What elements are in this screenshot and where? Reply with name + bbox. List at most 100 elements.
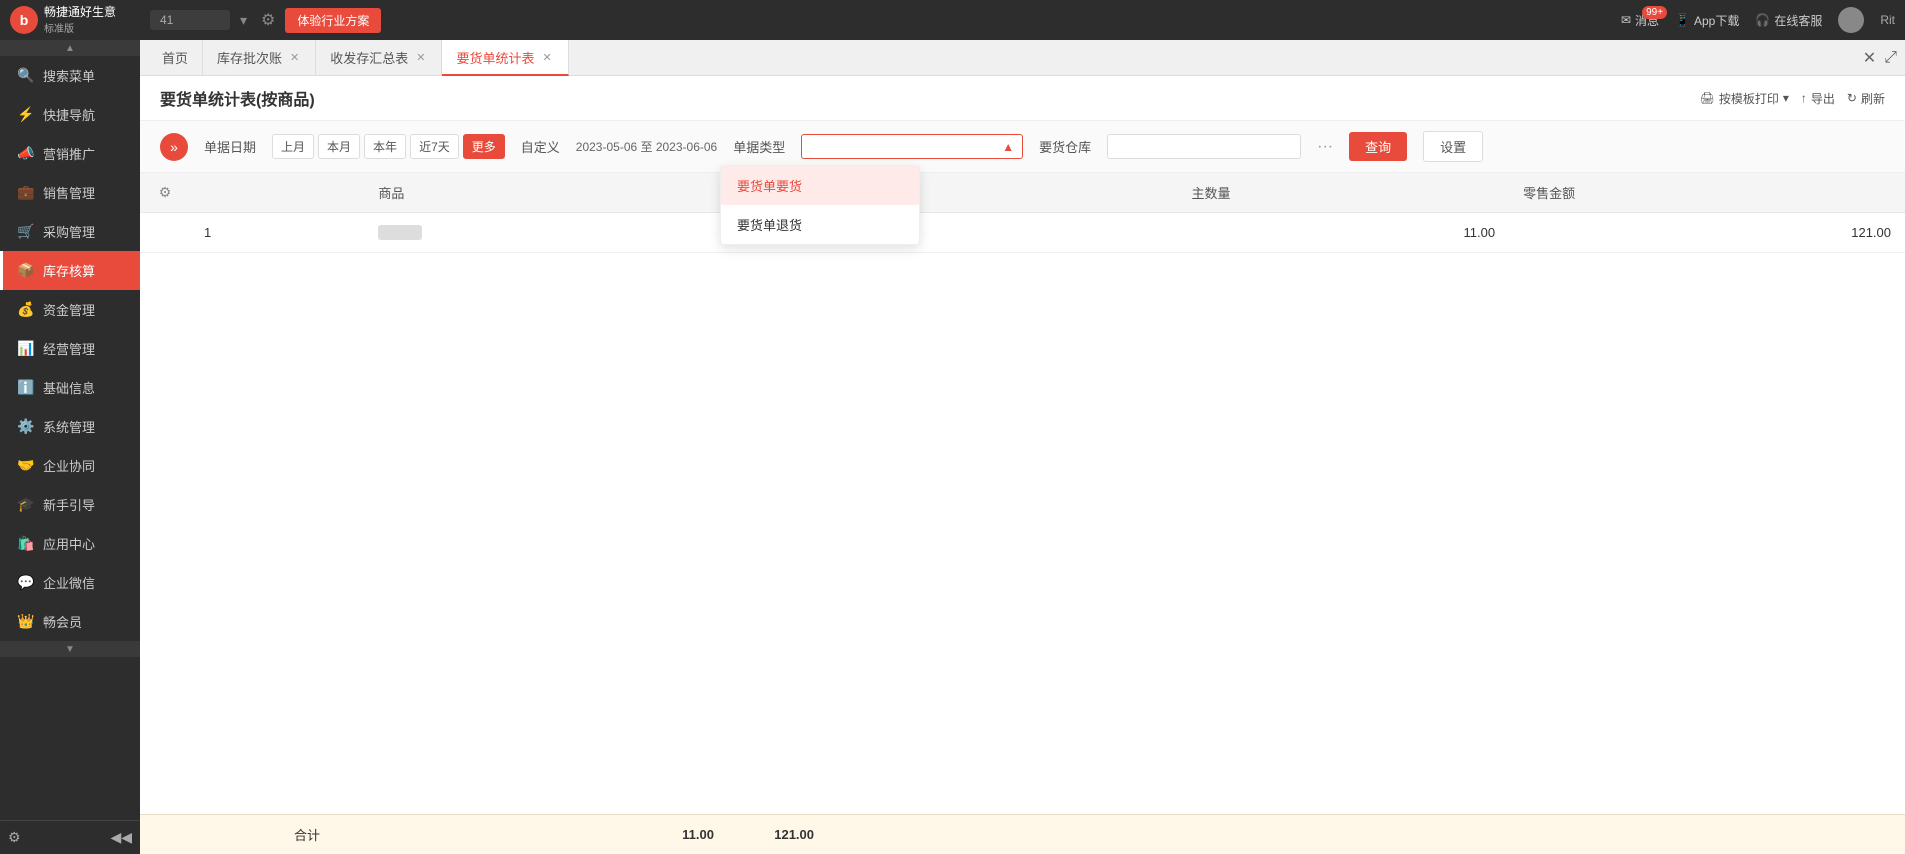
warehouse-filter-label: 要货仓库 (1039, 137, 1091, 156)
filter-more-button[interactable]: ··· (1317, 138, 1333, 156)
date-btn-this-year[interactable]: 本年 (364, 134, 406, 159)
type-select-input[interactable] (802, 135, 994, 158)
online-service-label: 在线客服 (1774, 12, 1822, 29)
sidebar-item-quicknav[interactable]: ⚡ 快捷导航 (0, 95, 140, 134)
notification-badge: 99+ (1642, 6, 1667, 19)
sidebar-item-app-center[interactable]: 🛍️ 应用中心 (0, 524, 140, 563)
tab-bar-actions: ✕ ⤢ (1863, 48, 1897, 68)
tab-stock-summary-close[interactable]: ✕ (414, 51, 427, 64)
sidebar-settings-icon[interactable]: ⚙ (8, 829, 21, 846)
app-center-icon: 🛍️ (17, 535, 35, 553)
sidebar-scroll-up[interactable]: ▲ (0, 40, 140, 56)
purchase-icon: 🛒 (17, 223, 35, 241)
headset-icon: 🎧 (1755, 13, 1770, 27)
sidebar-item-inventory[interactable]: 📦 库存核算 (0, 251, 140, 290)
sidebar-label-enterprise-wechat: 企业微信 (43, 573, 95, 592)
table-col-product: 商品 (364, 173, 717, 213)
store-id[interactable]: 41 (150, 10, 230, 30)
sidebar-label-collab: 企业协同 (43, 456, 95, 475)
sidebar-item-basic-info[interactable]: ℹ️ 基础信息 (0, 368, 140, 407)
sidebar-scroll-down[interactable]: ▼ (0, 641, 140, 657)
row-quantity: 11.00 (1178, 213, 1510, 253)
product-name-blurred (378, 225, 421, 240)
sidebar-collapse-icon[interactable]: ◀◀ (110, 829, 132, 846)
date-btn-last-7days[interactable]: 近7天 (410, 134, 459, 159)
settings-gear-icon[interactable]: ⚙ (261, 10, 275, 30)
print-dropdown-icon[interactable]: ▾ (1783, 91, 1789, 105)
table-col-quantity: 主数量 (1178, 173, 1510, 213)
quicknav-icon: ⚡ (17, 106, 35, 124)
logo-icon: b (10, 6, 38, 34)
filter-toggle-button[interactable]: » (160, 133, 188, 161)
sidebar-item-collab[interactable]: 🤝 企业协同 (0, 446, 140, 485)
store-dropdown-icon[interactable]: ▾ (240, 12, 247, 29)
tab-expand-icon[interactable]: ⤢ (1884, 49, 1897, 67)
system-icon: ⚙️ (17, 418, 35, 436)
sidebar-item-finance[interactable]: 💰 资金管理 (0, 290, 140, 329)
tab-order-stats[interactable]: 要货单统计表 ✕ (442, 40, 568, 76)
search-icon: 🔍 (17, 67, 35, 85)
user-avatar[interactable] (1838, 7, 1864, 33)
tab-home[interactable]: 首页 (148, 40, 203, 76)
table-settings-icon[interactable]: ⚙ (159, 184, 172, 200)
sidebar-label-quicknav: 快捷导航 (43, 105, 95, 124)
row-index: 1 (190, 213, 364, 253)
sidebar-item-guide[interactable]: 🎓 新手引导 (0, 485, 140, 524)
export-label: 导出 (1811, 90, 1835, 107)
message-notification[interactable]: ✉ 消息 99+ (1621, 12, 1659, 29)
inventory-icon: 📦 (17, 262, 35, 280)
warehouse-filter-input[interactable] (1107, 134, 1301, 159)
sidebar-item-marketing[interactable]: 📣 营销推广 (0, 134, 140, 173)
dropdown-item-order-return[interactable]: 要货单退货 (721, 205, 919, 244)
date-btn-more[interactable]: 更多 (463, 134, 505, 159)
export-button[interactable]: ↑ 导出 (1801, 90, 1835, 107)
tab-close-all-icon[interactable]: ✕ (1863, 48, 1876, 68)
sidebar-label-sales: 销售管理 (43, 183, 95, 202)
message-icon: ✉ (1621, 13, 1631, 27)
sidebar-label-basic-info: 基础信息 (43, 378, 95, 397)
sidebar-item-operations[interactable]: 📊 经营管理 (0, 329, 140, 368)
top-header: b 畅捷通好生意 标准版 41 ▾ ⚙ 体验行业方案 ✉ 消息 99+ 📱 Ap… (0, 0, 1905, 40)
print-button[interactable]: 🖨 按模板打印 ▾ (1700, 90, 1789, 107)
tab-home-label: 首页 (162, 48, 188, 67)
app-name: 畅捷通好生意 (44, 5, 116, 19)
table-settings-button[interactable]: 设置 (1423, 131, 1483, 162)
type-select-wrapper[interactable]: ▲ (801, 134, 1023, 159)
refresh-label: 刷新 (1861, 90, 1885, 107)
tab-order-stats-close[interactable]: ✕ (541, 51, 554, 64)
dropdown-item-order-request[interactable]: 要货单要货 (721, 166, 919, 205)
footer-label: 合计 (294, 825, 494, 844)
sidebar-item-system[interactable]: ⚙️ 系统管理 (0, 407, 140, 446)
data-table: ⚙ 商品 主计量单位 主数量 零售金额 1 (140, 173, 1905, 253)
sidebar-label-guide: 新手引导 (43, 495, 95, 514)
query-button[interactable]: 查询 (1349, 132, 1407, 161)
sidebar-label-marketing: 营销推广 (43, 144, 95, 163)
header-center: 41 ▾ ⚙ 体验行业方案 (150, 8, 1621, 33)
refresh-button[interactable]: ↻ 刷新 (1847, 90, 1885, 107)
sidebar-label-system: 系统管理 (43, 417, 95, 436)
app-download-label: App下载 (1694, 12, 1739, 29)
sidebar: ▲ 🔍 搜索菜单 ⚡ 快捷导航 📣 营销推广 💼 销售管理 🛒 采购管理 📦 库… (0, 40, 140, 854)
tab-stock-summary[interactable]: 收发存汇总表 ✕ (316, 40, 442, 76)
member-icon: 👑 (17, 613, 35, 631)
sidebar-item-search[interactable]: 🔍 搜索菜单 (0, 56, 140, 95)
tab-inventory-batch-close[interactable]: ✕ (288, 51, 301, 64)
sidebar-item-purchase[interactable]: 🛒 采购管理 (0, 212, 140, 251)
date-btn-this-month[interactable]: 本月 (318, 134, 360, 159)
type-select-arrow-up-icon[interactable]: ▲ (994, 140, 1022, 154)
sidebar-label-member: 畅会员 (43, 612, 82, 631)
sidebar-item-enterprise-wechat[interactable]: 💬 企业微信 (0, 563, 140, 602)
sidebar-label-search: 搜索菜单 (43, 66, 95, 85)
date-btn-last-month[interactable]: 上月 (272, 134, 314, 159)
footer-quantity: 11.00 (634, 827, 714, 842)
online-service[interactable]: 🎧 在线客服 (1755, 12, 1822, 29)
collab-icon: 🤝 (17, 457, 35, 475)
tab-order-stats-label: 要货单统计表 (456, 48, 534, 67)
sidebar-item-sales[interactable]: 💼 销售管理 (0, 173, 140, 212)
trial-button[interactable]: 体验行业方案 (285, 8, 381, 33)
sidebar-label-inventory: 库存核算 (43, 261, 95, 280)
sidebar-item-member[interactable]: 👑 畅会员 (0, 602, 140, 641)
table-row: 1 块 11.00 121.00 (140, 213, 1905, 253)
app-download[interactable]: 📱 App下载 (1675, 12, 1739, 29)
tab-inventory-batch[interactable]: 库存批次账 ✕ (203, 40, 316, 76)
